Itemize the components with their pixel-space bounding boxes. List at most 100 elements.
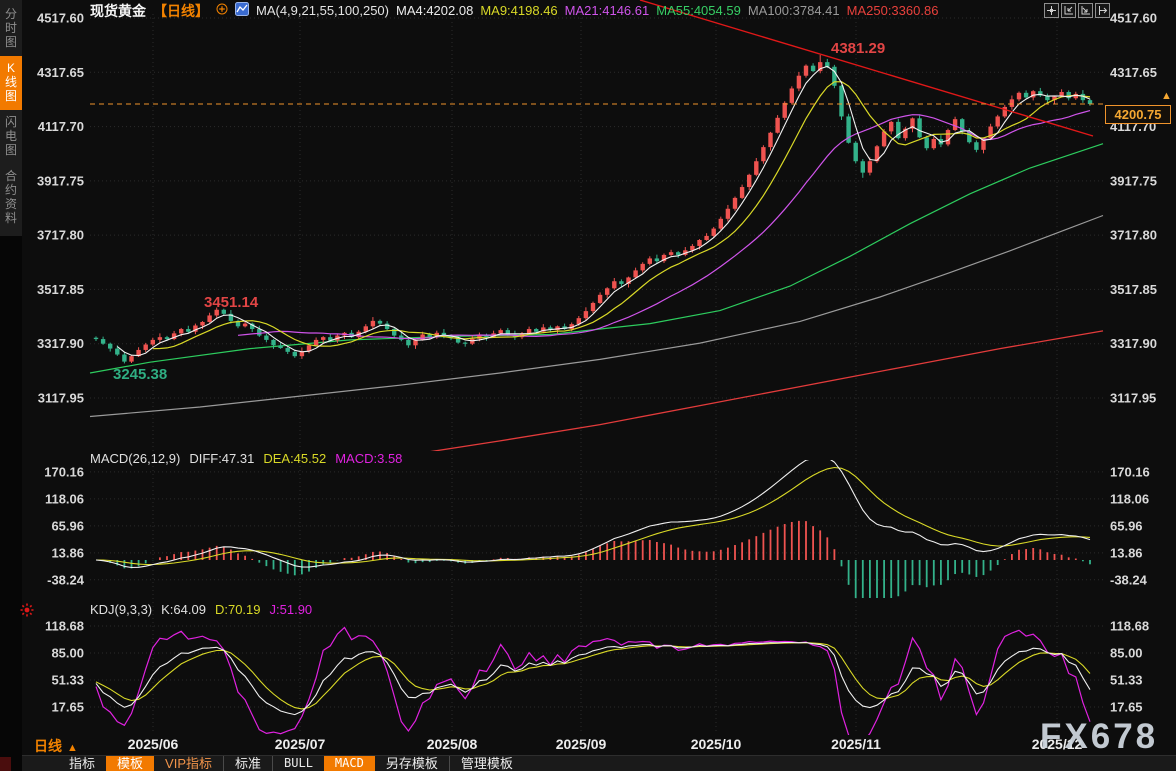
trendline [639,0,1094,137]
axis-tick-label: 65.96 [51,518,84,533]
peak-high-label: 4381.29 [831,40,886,57]
vip-indicators-button[interactable]: VIP指标 [154,756,223,771]
x-axis-label: 2025/06 [127,736,179,752]
ma-settings-label[interactable]: MA(4,9,21,55,100,250) [256,3,389,18]
axis-tick-label: 3717.80 [37,228,84,243]
manage-template-button[interactable]: 管理模板 [448,756,524,771]
axis-tick-label: 170.16 [44,464,84,479]
template-button[interactable]: 模板 [106,756,155,771]
axis-tick-label: 17.65 [51,700,84,715]
axis-tick-label: 4317.65 [37,65,84,80]
indicator-toolbar: 指标 模板 VIP指标 标准 BULL MACD 另存模板 管理模板 [0,755,1176,771]
sidebar-item-flash-chart[interactable]: 闪电图 [0,110,22,164]
period-selector[interactable]: 日线 ▲ [34,736,78,756]
save-template-button[interactable]: 另存模板 [375,756,449,771]
trading-terminal: 4517.60 4517.60 4317.65 4317.65 4117.70 4117.… [0,0,1176,771]
chart-style-icon[interactable] [235,2,249,19]
kdj-header: KDJ(9,3,3) K:64.09 D:70.19 J:51.90 [90,602,312,617]
axis-tick-label: 3317.90 [1110,336,1157,351]
x-axis-label: 2025/11 [831,736,881,752]
chart-header: 现货黄金 【日线】 MA(4,9,21,55,100,250) MA4:4202… [90,2,938,19]
pan-icon[interactable] [1044,3,1059,18]
indicators-button[interactable]: 指标 [58,756,106,771]
gridlines [90,14,1103,734]
kdj-j-value: J:51.90 [269,602,313,617]
watermark: FX678 [1040,717,1159,756]
add-indicator-icon[interactable] [216,3,228,18]
period-tag: 【日线】 [153,2,209,19]
axis-tick-label: 170.16 [1110,464,1150,479]
sidebar: 分时图 K线图 闪电图 合约资料 [0,0,22,771]
macd-header: MACD(26,12,9) DIFF:47.31 DEA:45.52 MACD:… [90,451,402,466]
axis-tick-label: 17.65 [1110,700,1143,715]
axis-tick-label: 3317.90 [37,336,84,351]
sidebar-item-label: 闪电图 [4,115,17,157]
standard-button[interactable]: 标准 [223,756,272,771]
axis-tick-label: 13.86 [51,545,84,560]
ma-lines [116,65,1091,357]
axis-tick-label: 4517.60 [37,11,84,26]
axis-tick-label: 85.00 [1110,645,1143,660]
ma4-value: MA4:4202.08 [395,3,474,18]
chart-type-tabs: 分时图 K线图 闪电图 合约资料 [0,0,22,236]
compress-right-icon[interactable] [1078,3,1093,18]
macd-panel [95,460,1091,598]
ma9-value: MA9:4198.46 [480,3,558,18]
price-up-arrow-icon: ▲ [1161,90,1172,102]
compress-left-icon[interactable] [1061,3,1076,18]
expand-icon[interactable] [1095,3,1110,18]
kdj-panel [95,626,1091,735]
x-axis-label: 2025/07 [274,736,326,752]
macd-hist-value: MACD:3.58 [335,451,403,466]
sidebar-item-time-chart[interactable]: 分时图 [0,2,22,56]
ma55-value: MA55:4054.59 [656,3,741,18]
axis-tick-label: -38.24 [47,572,85,587]
period-label: 日线 [34,738,62,754]
symbol-name: 现货黄金 [90,2,146,19]
axis-tick-label: 13.86 [1110,545,1143,560]
macd-button[interactable]: MACD [323,756,375,771]
candlesticks [93,55,1093,364]
last-price-tag: 4200.75 [1105,105,1171,124]
axis-tick-label: 3917.75 [1110,173,1157,188]
kdj-title[interactable]: KDJ(9,3,3) [90,602,152,617]
axis-tick-label: 118.68 [1110,618,1149,633]
macd-dea-value: DEA:45.52 [263,451,327,466]
axis-tick-label: 3717.80 [1110,228,1157,243]
sidebar-item-kline-chart[interactable]: K线图 [0,56,22,110]
sidebar-item-label: 分时图 [4,7,17,49]
axis-tick-label: 3117.95 [1110,391,1156,406]
axis-tick-label: 118.06 [45,491,84,506]
sidebar-item-contract-info[interactable]: 合约资料 [0,164,22,232]
chart-tool-icons [1044,3,1110,18]
ma250-value: MA250:3360.86 [846,3,939,18]
swing-low-label: 3245.38 [113,366,168,383]
chart-canvas[interactable]: 4517.60 4517.604317.65 4317.654117.70 4117.… [0,0,1176,771]
corner-marker [0,757,11,771]
axis-tick-label: 4117.70 [38,119,84,134]
sidebar-item-label: 合约资料 [4,169,17,225]
axis-tick-label: 4517.60 [1110,11,1157,26]
axis-tick-label: 3517.85 [37,282,84,297]
axis-tick-label: 4317.65 [1110,65,1157,80]
chevron-up-icon: ▲ [67,742,78,754]
bull-button[interactable]: BULL [272,756,324,771]
x-axis-label: 2025/09 [555,736,607,752]
axis-tick-label: 3117.95 [38,391,84,406]
axis-tick-label: 3917.75 [37,173,84,188]
axis-tick-label: 3517.85 [1110,282,1157,297]
axis-tick-label: 65.96 [1110,518,1143,533]
axis-tick-label: 51.33 [1110,673,1143,688]
axis-tick-label: 85.00 [51,645,84,660]
axis-tick-label: 51.33 [51,673,84,688]
indicator-settings-icon[interactable] [19,602,35,618]
swing-high-label: 3451.14 [204,294,259,311]
x-axis-label: 2025/08 [426,736,478,752]
ma100-value: MA100:3784.41 [747,3,840,18]
axis-tick-label: -38.24 [1110,572,1148,587]
axis-tick-label: 118.06 [1110,491,1149,506]
kdj-d-value: D:70.19 [214,602,261,617]
x-axis-label: 2025/10 [690,736,742,752]
sidebar-item-label: K线图 [4,61,17,103]
macd-title[interactable]: MACD(26,12,9) [90,451,180,466]
